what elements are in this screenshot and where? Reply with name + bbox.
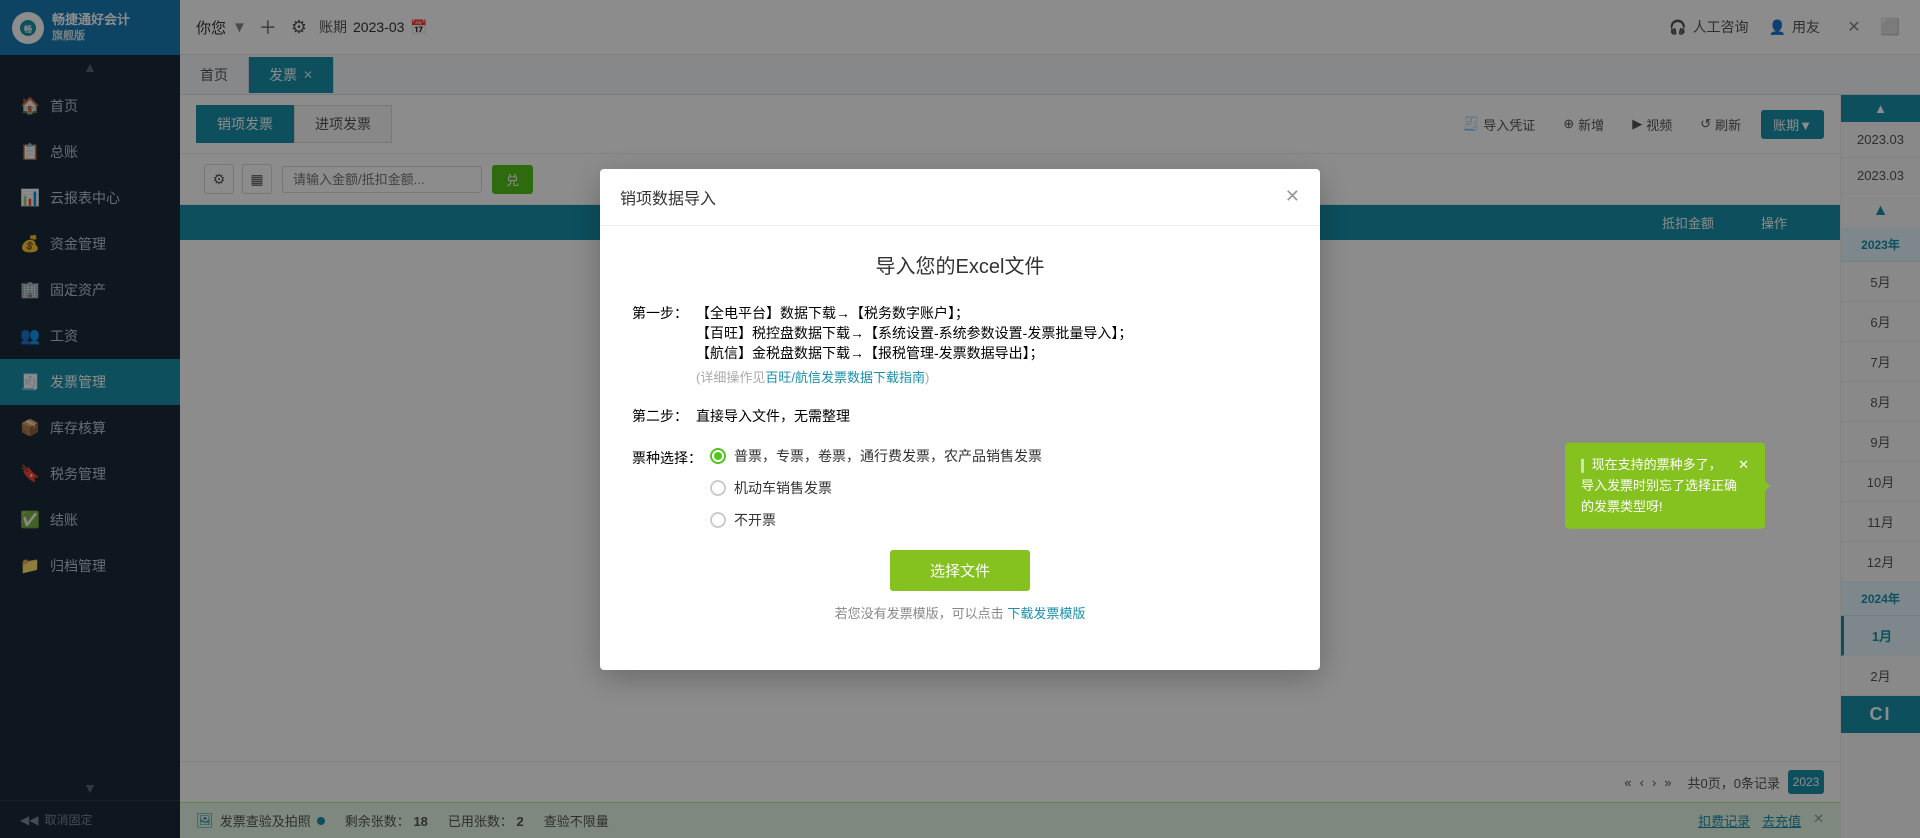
radio-circle-1	[710, 448, 726, 464]
download-template-link[interactable]: 下载发票模版	[1007, 606, 1085, 621]
radio-label-3: 不开票	[734, 510, 776, 530]
step1-line3: 【航信】金税盘数据下载→【报税管理-发票数据导出】；	[696, 343, 1132, 363]
tooltip-bubble: ✕ 现在支持的票种多了，导入发票时别忘了选择正确的发票类型呀!	[1565, 443, 1765, 529]
step1-note: (详细操作见百旺/航信发票数据下载指南)	[696, 367, 1132, 386]
step2-section: 第二步： 直接导入文件，无需整理	[632, 406, 1288, 426]
step1-content: 【全电平台】数据下载→【税务数字账户】； 【百旺】税控盘数据下载→【系统设置-系…	[696, 303, 1132, 386]
radio-option-3[interactable]: 不开票	[710, 510, 1042, 530]
radio-group: 普票，专票，卷票，通行费发票，农产品销售发票 机动车销售发票 不开票	[710, 446, 1042, 530]
radio-circle-3	[710, 512, 726, 528]
radio-label-1: 普票，专票，卷票，通行费发票，农产品销售发票	[734, 446, 1042, 466]
step1-label: 第一步：	[632, 303, 688, 323]
modal-body: 导入您的Excel文件 第一步： 【全电平台】数据下载→【税务数字账户】； 【百…	[600, 226, 1320, 670]
select-file-btn[interactable]: 选择文件	[890, 550, 1030, 591]
step2-label: 第二步：	[632, 406, 688, 426]
modal-header: 销项数据导入 ✕	[600, 169, 1320, 226]
modal-main-title: 导入您的Excel文件	[632, 250, 1288, 279]
import-modal: 销项数据导入 ✕ 导入您的Excel文件 第一步： 【全电平台】数据下载→【税务…	[600, 169, 1320, 670]
tooltip-bar	[1581, 458, 1584, 472]
download-note: 若您没有发票模版，可以点击	[835, 606, 1004, 621]
select-file-section: 选择文件	[632, 550, 1288, 591]
modal-close-btn[interactable]: ✕	[1285, 186, 1300, 207]
radio-option-1[interactable]: 普票，专票，卷票，通行费发票，农产品销售发票	[710, 446, 1042, 466]
radio-option-2[interactable]: 机动车销售发票	[710, 478, 1042, 498]
radio-label: 票种选择：	[632, 446, 702, 468]
tooltip-close-btn[interactable]: ✕	[1738, 455, 1749, 476]
modal-title: 销项数据导入	[620, 185, 716, 209]
tooltip-text: 现在支持的票种多了，导入发票时别忘了选择正确的发票类型呀!	[1581, 457, 1737, 514]
download-section: 若您没有发票模版，可以点击 下载发票模版	[632, 603, 1288, 638]
step2-row: 第二步： 直接导入文件，无需整理	[632, 406, 1288, 426]
radio-circle-2	[710, 480, 726, 496]
step1-row: 第一步： 【全电平台】数据下载→【税务数字账户】； 【百旺】税控盘数据下载→【系…	[632, 303, 1288, 386]
step2-content: 直接导入文件，无需整理	[696, 406, 850, 426]
modal-overlay: 销项数据导入 ✕ 导入您的Excel文件 第一步： 【全电平台】数据下载→【税务…	[0, 0, 1920, 838]
step1-line2: 【百旺】税控盘数据下载→【系统设置-系统参数设置-发票批量导入】；	[696, 323, 1132, 343]
guide-link[interactable]: 百旺/航信发票数据下载指南	[765, 370, 925, 385]
step1-line1: 【全电平台】数据下载→【税务数字账户】；	[696, 303, 1132, 323]
step1-section: 第一步： 【全电平台】数据下载→【税务数字账户】； 【百旺】税控盘数据下载→【系…	[632, 303, 1288, 386]
radio-section: 票种选择： 普票，专票，卷票，通行费发票，农产品销售发票 机动车销售发票 不开票	[632, 446, 1288, 530]
radio-label-2: 机动车销售发票	[734, 478, 832, 498]
